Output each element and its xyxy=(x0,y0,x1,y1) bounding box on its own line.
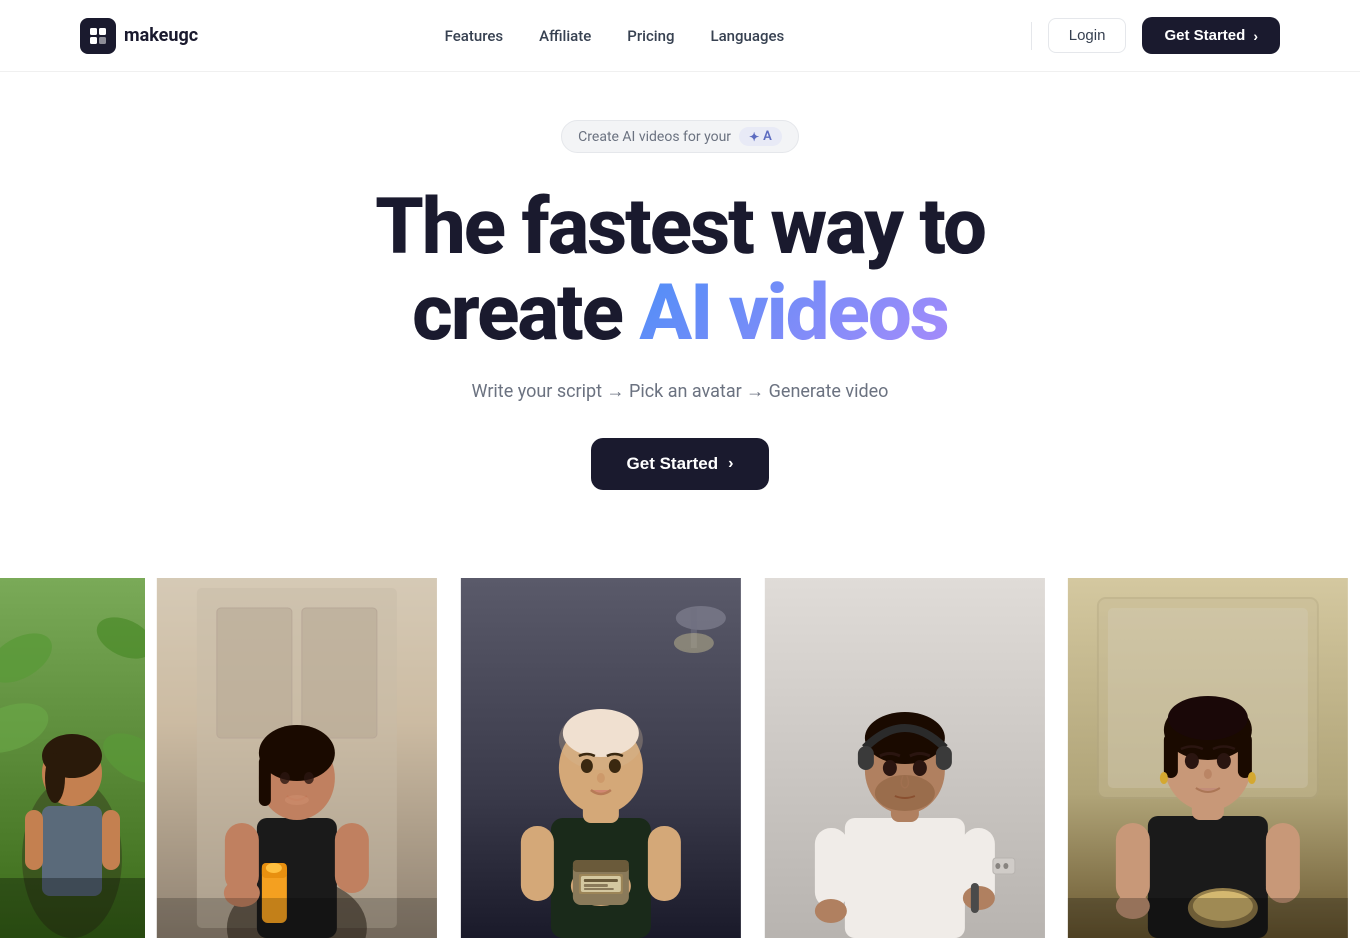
hero-title: The fastest way to create AI videos xyxy=(375,185,985,357)
video-card-1 xyxy=(0,578,145,938)
hero-title-gradient: AI videos xyxy=(639,268,947,359)
nav-affiliate[interactable]: Affiliate xyxy=(539,27,591,45)
brand-name: makeugc xyxy=(124,25,198,46)
navbar: makeugc Features Affiliate Pricing Langu… xyxy=(0,0,1360,72)
hero-badge-text: Create AI videos for your xyxy=(578,129,731,145)
badge-tag-letter: A xyxy=(763,129,772,144)
hero-subtitle: Write your script → Pick an avatar → Gen… xyxy=(472,381,889,402)
hero-badge: Create AI videos for your ✦ A xyxy=(561,120,799,153)
nav-actions: Login Get Started › xyxy=(1031,17,1280,54)
hero-section: Create AI videos for your ✦ A The fastes… xyxy=(0,72,1360,578)
cta-arrow-icon: › xyxy=(728,455,733,473)
nav-pricing[interactable]: Pricing xyxy=(627,27,674,45)
hero-badge-tag: ✦ A xyxy=(739,127,782,146)
video-card-5 xyxy=(1056,578,1360,938)
nav-languages[interactable]: Languages xyxy=(711,27,785,45)
hero-title-line2-plain: create xyxy=(412,268,639,359)
nav-divider xyxy=(1031,22,1032,50)
nav-links: Features Affiliate Pricing Languages xyxy=(445,27,785,45)
video-card-2 xyxy=(145,578,449,938)
login-button[interactable]: Login xyxy=(1048,18,1127,53)
get-started-hero-button[interactable]: Get Started › xyxy=(591,438,770,490)
logo-icon xyxy=(80,18,116,54)
video-card-3 xyxy=(449,578,753,938)
video-card-4 xyxy=(753,578,1057,938)
arrow-icon: › xyxy=(1253,28,1258,44)
nav-features[interactable]: Features xyxy=(445,27,503,45)
hero-title-line1: The fastest way to xyxy=(375,182,985,273)
logo-area: makeugc xyxy=(80,18,198,54)
video-gallery xyxy=(0,578,1360,938)
sparkle-icon: ✦ xyxy=(749,130,759,144)
get-started-nav-button[interactable]: Get Started › xyxy=(1142,17,1280,54)
